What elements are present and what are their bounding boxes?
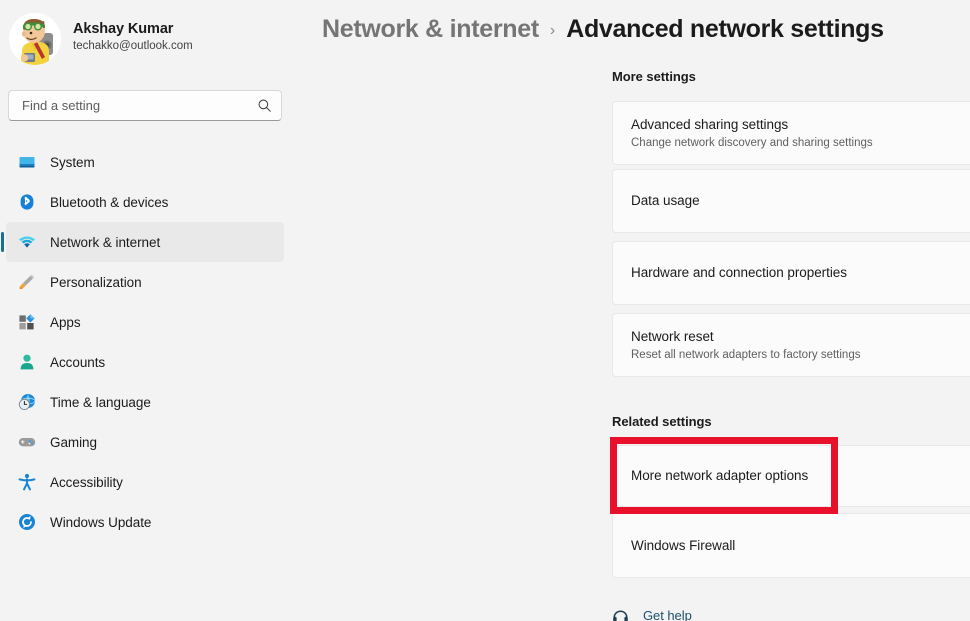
sidebar-item-label: Time & language (50, 394, 151, 410)
sidebar: Akshay Kumar techakko@outlook.com Find a… (0, 0, 290, 621)
card-subtitle: Reset all network adapters to factory se… (631, 348, 861, 361)
apps-blocks-icon (18, 313, 36, 331)
sidebar-item-label: Gaming (50, 434, 97, 450)
account-header[interactable]: Akshay Kumar techakko@outlook.com (0, 0, 290, 68)
card-more-network-adapter-options[interactable]: More network adapter options (612, 445, 970, 507)
sidebar-nav: System Bluetooth & devices Network & int… (0, 142, 290, 542)
search-container (8, 90, 282, 121)
sidebar-item-label: Network & internet (50, 234, 161, 250)
search-icon (257, 98, 272, 113)
sidebar-item-label: Accessibility (50, 474, 123, 490)
get-help-link[interactable]: Get help (612, 607, 692, 621)
sidebar-item-bluetooth-devices[interactable]: Bluetooth & devices (6, 182, 284, 222)
sidebar-item-accounts[interactable]: Accounts (6, 342, 284, 382)
sidebar-item-personalization[interactable]: Personalization (6, 262, 284, 302)
sidebar-item-time-language[interactable]: Time & language (6, 382, 284, 422)
update-refresh-icon (18, 513, 36, 531)
sidebar-item-label: Windows Update (50, 514, 152, 530)
sidebar-item-accessibility[interactable]: Accessibility (6, 462, 284, 502)
sidebar-item-network-internet[interactable]: Network & internet (1, 222, 284, 262)
search-input[interactable] (22, 91, 257, 120)
person-icon (18, 353, 36, 371)
card-hardware-and-connection-properties[interactable]: Hardware and connection properties (612, 241, 970, 305)
sidebar-item-label: Accounts (50, 354, 106, 370)
accessibility-icon (18, 473, 36, 491)
sidebar-item-label: System (50, 154, 95, 170)
sidebar-item-label: Personalization (50, 274, 142, 290)
related-settings-heading: Related settings (612, 414, 712, 429)
page-title: Advanced network settings (566, 14, 884, 43)
avatar[interactable] (9, 12, 61, 65)
breadcrumb: Network & internet › Advanced network se… (322, 0, 970, 52)
card-title: Windows Firewall (631, 537, 736, 553)
game-controller-icon (18, 433, 36, 451)
sidebar-item-system[interactable]: System (6, 142, 284, 182)
help-headset-icon (612, 607, 629, 621)
globe-clock-icon (18, 393, 36, 411)
system-monitor-icon (18, 153, 36, 171)
account-text: Akshay Kumar techakko@outlook.com (73, 21, 193, 56)
sidebar-item-label: Bluetooth & devices (50, 194, 169, 210)
card-advanced-sharing-settings[interactable]: Advanced sharing settings Change network… (612, 101, 970, 165)
bluetooth-icon (18, 193, 36, 211)
account-name: Akshay Kumar (73, 21, 174, 37)
settings-window: Akshay Kumar techakko@outlook.com Find a… (0, 0, 970, 621)
search-box[interactable] (8, 90, 282, 121)
card-title: Data usage (631, 193, 700, 208)
paintbrush-icon (18, 273, 36, 291)
card-data-usage[interactable]: Data usage (612, 169, 970, 233)
wifi-icon (18, 233, 36, 251)
sidebar-item-gaming[interactable]: Gaming (6, 422, 284, 462)
content-area: Network & internet › Advanced network se… (290, 0, 970, 621)
chevron-right-icon: › (549, 21, 556, 39)
sidebar-item-apps[interactable]: Apps (6, 302, 284, 342)
card-title: More network adapter options (631, 468, 809, 483)
breadcrumb-parent-link[interactable]: Network & internet (322, 15, 539, 44)
card-network-reset[interactable]: Network reset Reset all network adapters… (612, 313, 970, 377)
card-subtitle: Change network discovery and sharing set… (631, 136, 873, 149)
sidebar-item-label: Apps (50, 314, 81, 330)
card-title: Hardware and connection properties (631, 265, 847, 280)
sidebar-item-windows-update[interactable]: Windows Update (6, 502, 284, 542)
card-windows-firewall[interactable]: Windows Firewall (612, 513, 970, 578)
get-help-label: Get help (643, 608, 692, 621)
account-email: techakko@outlook.com (73, 40, 193, 52)
card-title: Advanced sharing settings (631, 116, 789, 132)
card-title: Network reset (631, 328, 714, 344)
more-settings-heading: More settings (612, 69, 696, 84)
